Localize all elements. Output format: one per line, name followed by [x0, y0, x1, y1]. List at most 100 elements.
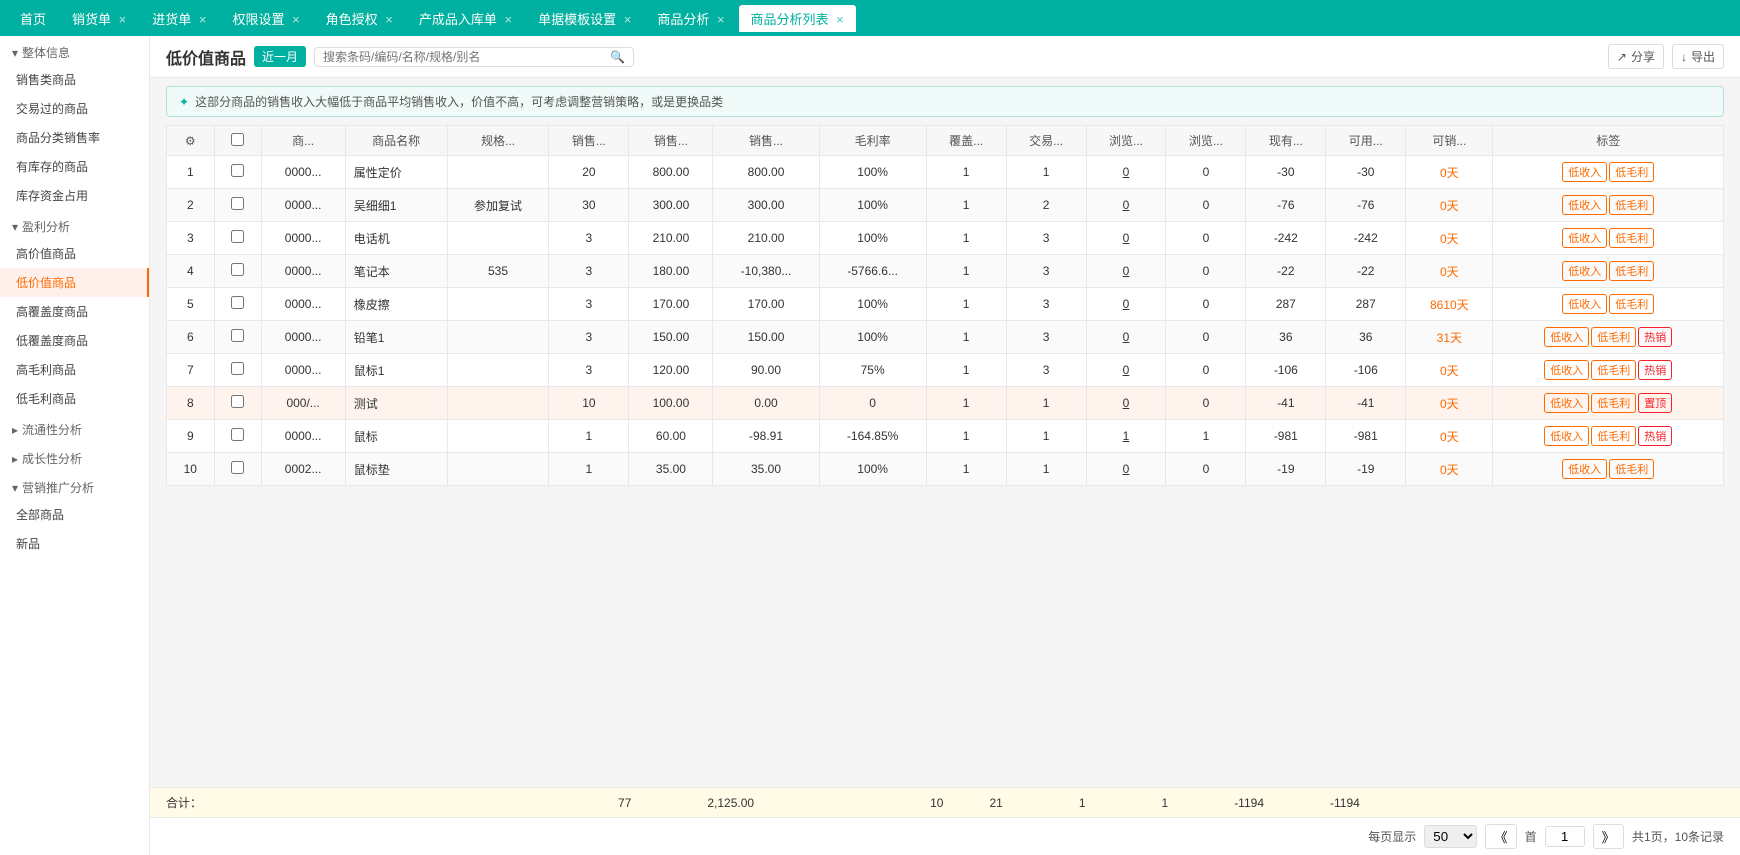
cell-view1[interactable]: 0 — [1086, 387, 1166, 420]
select-all-checkbox[interactable] — [231, 133, 244, 146]
share-button[interactable]: ↗ 分享 — [1608, 44, 1664, 69]
view1-link[interactable]: 0 — [1123, 330, 1130, 344]
cell-view1[interactable]: 0 — [1086, 255, 1166, 288]
sidebar-item-category-rate[interactable]: 商品分类销售率 — [0, 123, 149, 152]
nav-analysis-list[interactable]: 商品分析列表 × — [739, 5, 856, 32]
nav-close-purchase[interactable]: × — [199, 12, 207, 27]
nav-close-analysis[interactable]: × — [717, 12, 725, 27]
cell-checkbox[interactable] — [214, 189, 261, 222]
period-button[interactable]: 近一月 — [254, 46, 306, 67]
sidebar-item-high-value[interactable]: 高价值商品 — [0, 239, 149, 268]
view1-link[interactable]: 0 — [1123, 297, 1130, 311]
row-checkbox[interactable] — [231, 395, 244, 408]
nav-close-role[interactable]: × — [385, 12, 393, 27]
cell-checkbox[interactable] — [214, 321, 261, 354]
row-checkbox[interactable] — [231, 164, 244, 177]
col-stock[interactable]: 现有... — [1246, 126, 1326, 156]
export-button[interactable]: ↓ 导出 — [1672, 44, 1724, 69]
col-saleable[interactable]: 可销... — [1406, 126, 1493, 156]
sidebar-item-sales-product[interactable]: 销售类商品 — [0, 65, 149, 94]
nav-role-auth[interactable]: 角色授权 × — [314, 5, 405, 32]
row-checkbox[interactable] — [231, 461, 244, 474]
cell-checkbox[interactable] — [214, 288, 261, 321]
cell-checkbox[interactable] — [214, 255, 261, 288]
nav-product-analysis[interactable]: 商品分析 × — [645, 5, 736, 32]
cell-view1[interactable]: 1 — [1086, 420, 1166, 453]
sidebar-section-marketing[interactable]: ▾ 营销推广分析 — [0, 471, 149, 500]
nav-close-template[interactable]: × — [624, 12, 632, 27]
col-tags[interactable]: 标签 — [1493, 126, 1724, 156]
col-checkbox[interactable] — [214, 126, 261, 156]
row-checkbox[interactable] — [231, 296, 244, 309]
last-page-button[interactable]: 》 — [1593, 824, 1624, 849]
cell-checkbox[interactable] — [214, 453, 261, 486]
page-size-select[interactable]: 50 100 200 — [1424, 825, 1477, 848]
col-margin[interactable]: 毛利率 — [819, 126, 926, 156]
nav-close-sales[interactable]: × — [119, 12, 127, 27]
col-view1[interactable]: 浏览... — [1086, 126, 1166, 156]
col-sales-amount[interactable]: 销售... — [713, 126, 819, 156]
sidebar-section-profit[interactable]: ▾ 盈利分析 — [0, 210, 149, 239]
view1-link[interactable]: 0 — [1123, 165, 1130, 179]
col-name[interactable]: 商品名称 — [345, 126, 447, 156]
cell-view1[interactable]: 0 — [1086, 222, 1166, 255]
cell-checkbox[interactable] — [214, 354, 261, 387]
view1-link[interactable]: 1 — [1123, 429, 1130, 443]
sidebar-section-liquidity[interactable]: ▸ 流通性分析 — [0, 413, 149, 442]
col-sales-qty[interactable]: 销售... — [549, 126, 629, 156]
row-checkbox[interactable] — [231, 329, 244, 342]
cell-view1[interactable]: 0 — [1086, 453, 1166, 486]
row-checkbox[interactable] — [231, 230, 244, 243]
cell-checkbox[interactable] — [214, 420, 261, 453]
nav-product-warehouse[interactable]: 产成品入库单 × — [407, 5, 524, 32]
col-view2[interactable]: 浏览... — [1166, 126, 1246, 156]
search-box[interactable]: 🔍 — [314, 47, 634, 67]
search-input[interactable] — [323, 50, 606, 64]
sidebar-item-new-products[interactable]: 新品 — [0, 529, 149, 558]
sidebar-item-stock-fund[interactable]: 库存资金占用 — [0, 181, 149, 210]
col-settings[interactable]: ⚙ — [167, 126, 215, 156]
row-checkbox[interactable] — [231, 263, 244, 276]
col-sales-price[interactable]: 销售... — [629, 126, 713, 156]
view1-link[interactable]: 0 — [1123, 396, 1130, 410]
view1-link[interactable]: 0 — [1123, 198, 1130, 212]
view1-link[interactable]: 0 — [1123, 264, 1130, 278]
cell-view1[interactable]: 0 — [1086, 354, 1166, 387]
view1-link[interactable]: 0 — [1123, 231, 1130, 245]
nav-template-setting[interactable]: 单据模板设置 × — [526, 5, 643, 32]
sidebar-item-traded-product[interactable]: 交易过的商品 — [0, 94, 149, 123]
sidebar-item-stock-product[interactable]: 有库存的商品 — [0, 152, 149, 181]
first-page-button[interactable]: 《 — [1485, 824, 1516, 849]
cell-checkbox[interactable] — [214, 387, 261, 420]
cell-view1[interactable]: 0 — [1086, 321, 1166, 354]
sidebar-section-growth[interactable]: ▸ 成长性分析 — [0, 442, 149, 471]
page-number-input[interactable] — [1545, 826, 1585, 847]
cell-checkbox[interactable] — [214, 156, 261, 189]
col-code[interactable]: 商... — [261, 126, 345, 156]
col-spec[interactable]: 规格... — [447, 126, 549, 156]
cell-view1[interactable]: 0 — [1086, 189, 1166, 222]
col-trade[interactable]: 交易... — [1006, 126, 1086, 156]
sidebar-item-low-coverage[interactable]: 低覆盖度商品 — [0, 326, 149, 355]
nav-close-warehouse[interactable]: × — [505, 12, 513, 27]
cell-view1[interactable]: 0 — [1086, 156, 1166, 189]
nav-sales-order[interactable]: 销货单 × — [60, 5, 138, 32]
nav-home[interactable]: 首页 — [8, 5, 58, 32]
row-checkbox[interactable] — [231, 428, 244, 441]
cell-checkbox[interactable] — [214, 222, 261, 255]
sidebar-item-low-margin[interactable]: 低毛利商品 — [0, 384, 149, 413]
nav-purchase-order[interactable]: 进货单 × — [140, 5, 218, 32]
sidebar-item-high-coverage[interactable]: 高覆盖度商品 — [0, 297, 149, 326]
nav-close-list[interactable]: × — [836, 12, 844, 27]
sidebar-section-overall[interactable]: ▾ 整体信息 — [0, 36, 149, 65]
cell-view1[interactable]: 0 — [1086, 288, 1166, 321]
sidebar-item-low-value[interactable]: 低价值商品 — [0, 268, 149, 297]
sidebar-item-all-products[interactable]: 全部商品 — [0, 500, 149, 529]
view1-link[interactable]: 0 — [1123, 462, 1130, 476]
col-coverage[interactable]: 覆盖... — [926, 126, 1006, 156]
col-available[interactable]: 可用... — [1326, 126, 1406, 156]
view1-link[interactable]: 0 — [1123, 363, 1130, 377]
row-checkbox[interactable] — [231, 362, 244, 375]
sidebar-item-high-margin[interactable]: 高毛利商品 — [0, 355, 149, 384]
nav-permission[interactable]: 权限设置 × — [220, 5, 311, 32]
